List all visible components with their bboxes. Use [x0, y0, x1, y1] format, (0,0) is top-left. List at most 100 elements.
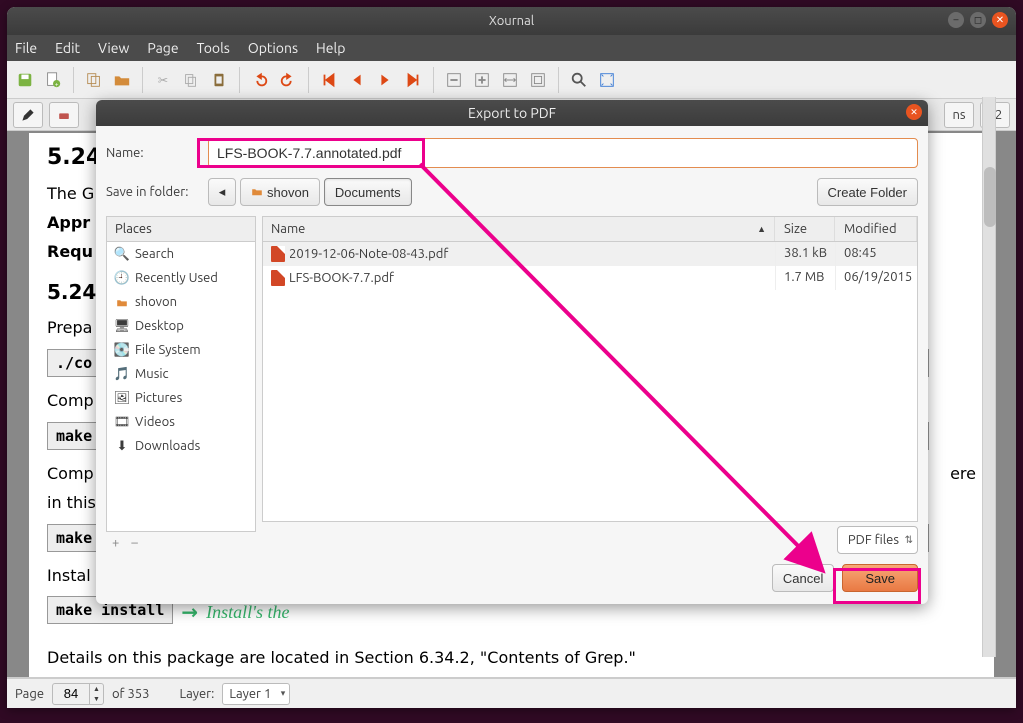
next-page-icon[interactable]	[373, 68, 397, 92]
text-comp2a: Comp	[47, 460, 96, 489]
pen-tool-button[interactable]	[13, 102, 43, 128]
maximize-button[interactable]: ◻	[970, 12, 986, 28]
paste-icon[interactable]	[207, 68, 231, 92]
menubar: File Edit View Page Tools Options Help	[7, 35, 1016, 61]
file-type-filter[interactable]: PDF files	[837, 526, 918, 554]
menu-edit[interactable]: Edit	[55, 40, 80, 56]
export-pdf-dialog: Export to PDF ✕ Name: Save in folder: ◂ …	[96, 100, 928, 604]
titlebar: Xournal – ◻ ✕	[7, 7, 1016, 35]
col-header-size[interactable]: Size	[775, 217, 835, 241]
page-number-input[interactable]	[53, 686, 89, 701]
minimize-button[interactable]: –	[948, 12, 964, 28]
main-toolbar: + ✂	[7, 61, 1016, 99]
undo-icon[interactable]	[248, 68, 272, 92]
places-filesystem[interactable]: 💽File System	[107, 338, 255, 362]
places-remove-button[interactable]: –	[131, 536, 137, 550]
statusbar: Page ▲▼ of 353 Layer: Layer 1	[7, 678, 1016, 708]
cut-icon[interactable]: ✂	[151, 68, 175, 92]
fit-page-icon[interactable]	[526, 68, 550, 92]
menu-file[interactable]: File	[15, 40, 37, 56]
page-label: Page	[15, 687, 44, 701]
dialog-titlebar: Export to PDF ✕	[96, 100, 928, 126]
text-ere: ere	[950, 460, 976, 489]
text-approx: Appr	[47, 213, 90, 232]
create-folder-button[interactable]: Create Folder	[817, 178, 918, 206]
text-requ: Requ	[47, 242, 93, 261]
tab-unknown-button[interactable]: ns	[944, 102, 974, 128]
prev-page-icon[interactable]	[345, 68, 369, 92]
breadcrumb-documents[interactable]: Documents	[324, 178, 412, 206]
copy2-icon[interactable]	[179, 68, 203, 92]
clock-icon: 🕘	[115, 271, 129, 285]
file-row[interactable]: 2019-12-06-Note-08-43.pdf 38.1 kB 08:45	[263, 242, 917, 266]
places-recent[interactable]: 🕘Recently Used	[107, 266, 255, 290]
fullscreen-icon[interactable]	[595, 68, 619, 92]
new-doc-icon[interactable]: +	[41, 68, 65, 92]
downloads-icon: ⬇	[115, 439, 129, 453]
text-details: Details on this package are located in S…	[47, 644, 976, 673]
cancel-button[interactable]: Cancel	[772, 564, 834, 592]
layer-label: Layer:	[179, 687, 214, 701]
file-list[interactable]: Name▲ Size Modified 2019-12-06-Note-08-4…	[262, 216, 918, 522]
search-icon[interactable]	[567, 68, 591, 92]
col-header-name[interactable]: Name▲	[263, 217, 775, 241]
folder-icon[interactable]	[110, 68, 134, 92]
copy-icon[interactable]	[82, 68, 106, 92]
menu-options[interactable]: Options	[248, 40, 298, 56]
menu-view[interactable]: View	[98, 40, 129, 56]
filename-input[interactable]	[208, 138, 918, 168]
last-page-icon[interactable]	[401, 68, 425, 92]
breadcrumb-shovon[interactable]: shovon	[240, 178, 320, 206]
page-down-icon[interactable]: ▼	[90, 694, 103, 704]
places-header: Places	[107, 217, 255, 242]
places-home[interactable]: shovon	[107, 290, 255, 314]
music-icon: 🎵	[115, 367, 129, 381]
save-icon[interactable]	[13, 68, 37, 92]
videos-icon: 🎞	[115, 415, 129, 429]
zoom-out-icon[interactable]	[442, 68, 466, 92]
places-music[interactable]: 🎵Music	[107, 362, 255, 386]
page-spinner[interactable]: ▲▼	[52, 683, 104, 705]
desktop-icon: 🖥	[115, 319, 129, 333]
home-folder-icon	[251, 185, 263, 200]
col-header-modified[interactable]: Modified	[835, 217, 917, 241]
breadcrumb-back-button[interactable]: ◂	[208, 178, 236, 206]
window-title: Xournal	[489, 14, 534, 28]
places-pictures[interactable]: 🖼Pictures	[107, 386, 255, 410]
sort-asc-icon: ▲	[757, 224, 766, 234]
vertical-scrollbar[interactable]	[982, 97, 996, 657]
places-downloads[interactable]: ⬇Downloads	[107, 434, 255, 458]
page-up-icon[interactable]: ▲	[90, 684, 103, 694]
zoom-in-icon[interactable]	[470, 68, 494, 92]
hand-annotation: Install's the	[206, 602, 289, 623]
text-comp2b: in this	[47, 489, 96, 518]
dialog-title: Export to PDF	[468, 105, 556, 121]
close-window-button[interactable]: ✕	[992, 12, 1008, 28]
places-desktop[interactable]: 🖥Desktop	[107, 314, 255, 338]
places-list[interactable]: Places 🔍Search 🕘Recently Used shovon 🖥De…	[106, 216, 256, 532]
menu-tools[interactable]: Tools	[197, 40, 230, 56]
drive-icon: 💽	[115, 343, 129, 357]
menu-page[interactable]: Page	[147, 40, 178, 56]
eraser-tool-button[interactable]	[49, 102, 79, 128]
pdf-file-icon	[271, 270, 285, 286]
places-videos[interactable]: 🎞Videos	[107, 410, 255, 434]
svg-text:✂: ✂	[158, 73, 169, 87]
folder-breadcrumb: ◂ shovon Documents	[208, 178, 412, 206]
menu-help[interactable]: Help	[316, 40, 345, 56]
file-row[interactable]: LFS-BOOK-7.7.pdf 1.7 MB 06/19/2015	[263, 266, 917, 290]
pdf-file-icon	[271, 246, 285, 262]
save-in-label: Save in folder:	[106, 185, 198, 199]
dialog-close-button[interactable]: ✕	[906, 104, 922, 120]
redo-icon[interactable]	[276, 68, 300, 92]
layer-select[interactable]: Layer 1	[222, 683, 290, 705]
search-icon: 🔍	[115, 247, 129, 261]
scrollbar-thumb[interactable]	[984, 167, 996, 227]
save-button[interactable]: Save	[842, 564, 918, 592]
first-page-icon[interactable]	[317, 68, 341, 92]
places-add-button[interactable]: +	[112, 536, 119, 550]
places-search[interactable]: 🔍Search	[107, 242, 255, 266]
pictures-icon: 🖼	[115, 391, 129, 405]
home-icon	[115, 295, 129, 309]
fit-width-icon[interactable]	[498, 68, 522, 92]
